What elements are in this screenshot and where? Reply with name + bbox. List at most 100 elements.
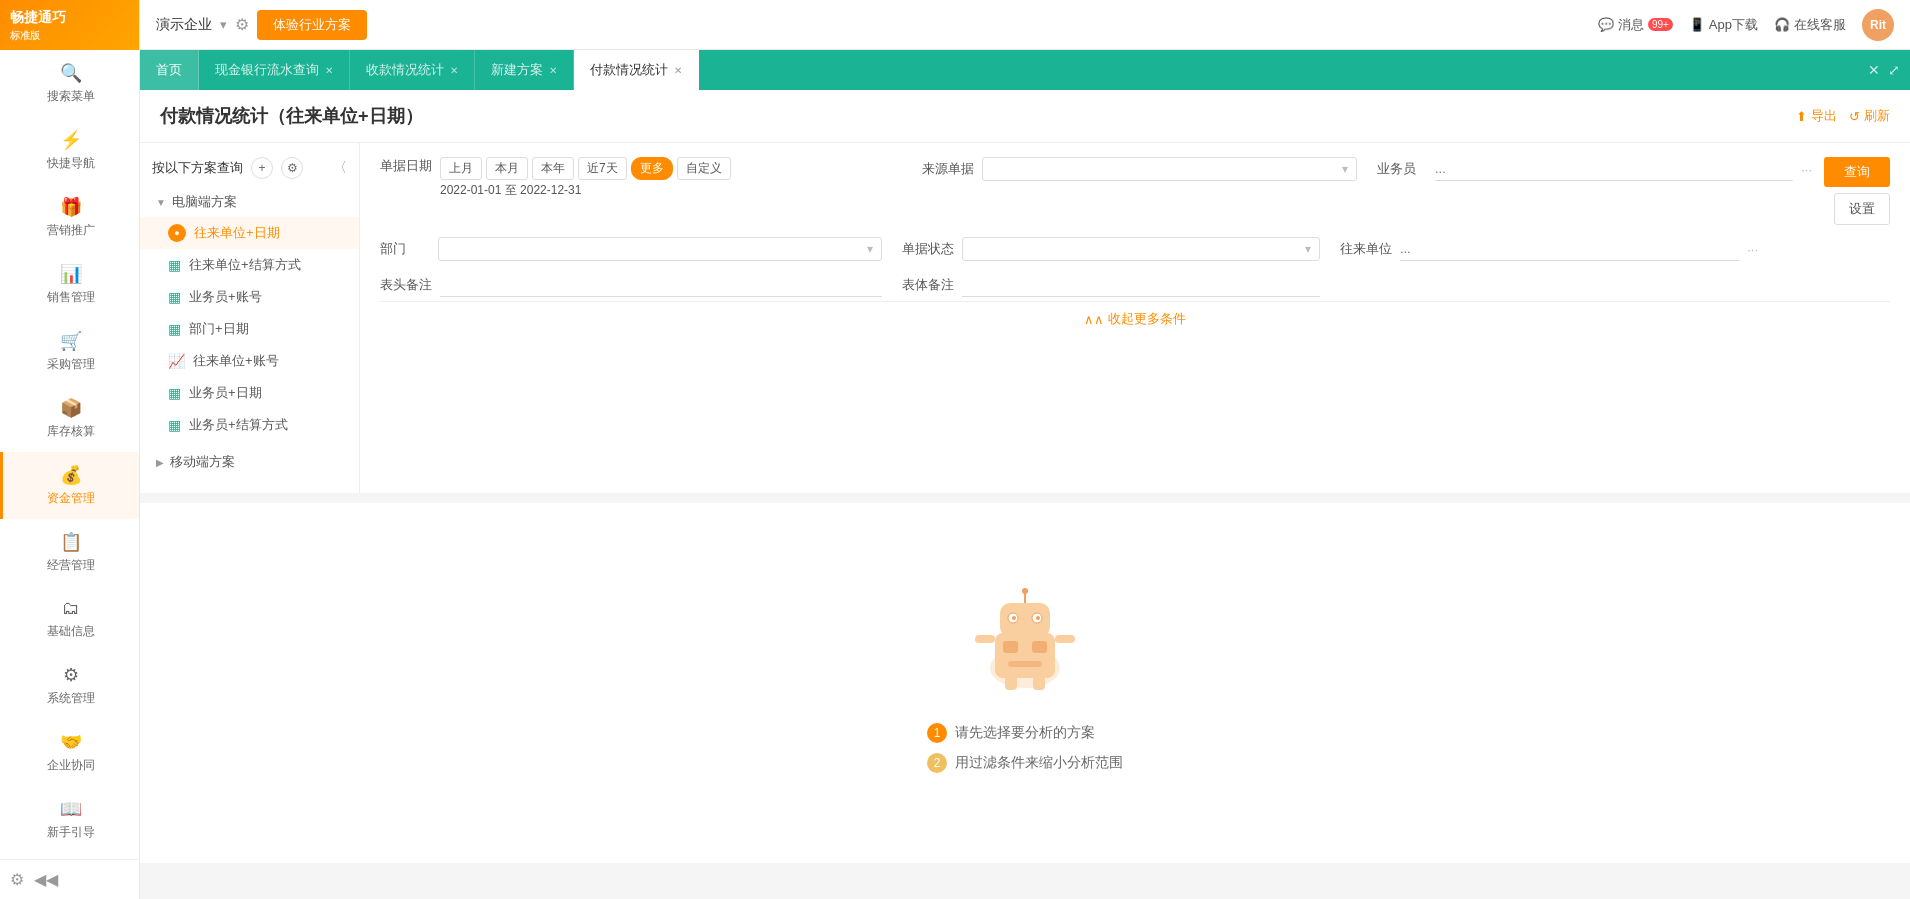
date-btn-本月[interactable]: 本月 <box>486 157 528 180</box>
sidebar-item-nav[interactable]: ⚡快捷导航 <box>0 117 139 184</box>
source-select[interactable]: ▾ <box>982 157 1357 181</box>
source-dropdown-icon: ▾ <box>1342 162 1348 176</box>
scheme-item-s4[interactable]: ▦部门+日期 <box>140 313 359 345</box>
svg-rect-3 <box>1032 641 1047 653</box>
scheme-active-dot-s1: ● <box>168 224 186 242</box>
scheme-settings-button[interactable]: ⚙ <box>281 157 303 179</box>
filter-action-buttons: 查询 设置 <box>1824 157 1890 225</box>
tab-payment[interactable]: 付款情况统计 ✕ <box>574 50 699 90</box>
status-select[interactable]: ▾ <box>962 237 1320 261</box>
tab-close-payment[interactable]: ✕ <box>674 65 682 76</box>
status-filter-group: 单据状态 ▾ <box>902 237 1340 261</box>
scheme-item-s2[interactable]: ▦往来单位+结算方式 <box>140 249 359 281</box>
sidebar-item-guide[interactable]: 📖新手引导 <box>0 786 139 853</box>
body-note-group: 表体备注 <box>902 273 1340 297</box>
date-btn-上月[interactable]: 上月 <box>440 157 482 180</box>
date-btn-本年[interactable]: 本年 <box>532 157 574 180</box>
scheme-chart-icon-s5: 📈 <box>168 353 185 369</box>
sidebar-item-system[interactable]: ⚙系统管理 <box>0 652 139 719</box>
tabs-expand-icon[interactable]: ⤢ <box>1888 62 1900 78</box>
scheme-item-s7[interactable]: ▦业务员+结算方式 <box>140 409 359 441</box>
topbar-settings-icon[interactable]: ⚙ <box>235 15 249 34</box>
query-button[interactable]: 查询 <box>1824 157 1890 187</box>
header-note-label: 表头备注 <box>380 276 432 294</box>
system-icon: ⚙ <box>63 664 79 686</box>
sidebar-item-sales[interactable]: 📊销售管理 <box>0 251 139 318</box>
content-area: 付款情况统计（往来单位+日期） ⬆ 导出 ↺ 刷新 按以下方案查询 <box>140 90 1910 899</box>
sidebar-item-capital[interactable]: 💰资金管理 <box>0 452 139 519</box>
tab-label-payment: 付款情况统计 <box>590 61 668 79</box>
topbar: 演示企业 ▾ ⚙ 体验行业方案 💬 消息 99+ 📱 App下载 🎧 在线客服 … <box>140 0 1910 50</box>
company-dropdown-icon[interactable]: ▾ <box>220 17 227 32</box>
scheme-item-s6[interactable]: ▦业务员+日期 <box>140 377 359 409</box>
tab-new[interactable]: 新建方案✕ <box>475 50 574 90</box>
trial-button[interactable]: 体验行业方案 <box>257 10 367 40</box>
collab-icon: 🤝 <box>60 731 82 753</box>
message-button[interactable]: 💬 消息 99+ <box>1598 16 1673 34</box>
collapse-scheme-button[interactable]: 〈 <box>333 159 347 177</box>
sidebar-item-label-purchase: 采购管理 <box>47 356 95 373</box>
settings-footer-icon[interactable]: ⚙ <box>10 870 24 889</box>
inventory-icon: 📦 <box>60 397 82 419</box>
collapse-label: 收起更多条件 <box>1108 310 1186 328</box>
empty-state: 1 请先选择要分析的方案 2 用过滤条件来缩小分析范围 <box>140 503 1910 863</box>
sidebar-item-label-basic: 基础信息 <box>47 623 95 640</box>
tab-income[interactable]: 收款情况统计 ✕ <box>350 50 475 90</box>
scheme-label-s6: 业务员+日期 <box>189 384 262 402</box>
dept-select[interactable]: ▾ <box>438 237 882 261</box>
tab-home[interactable]: 首页 <box>140 50 199 90</box>
topbar-right: 💬 消息 99+ 📱 App下载 🎧 在线客服 Rit <box>1598 9 1894 41</box>
partner-filter-group: 往来单位 ··· <box>1340 237 1770 261</box>
empty-tip-1: 1 请先选择要分析的方案 <box>927 723 1123 743</box>
desktop-scheme-title[interactable]: ▼ 电脑端方案 <box>140 187 359 217</box>
body-note-input[interactable] <box>962 273 1320 297</box>
tab-label-income: 收款情况统计 <box>366 61 444 79</box>
sidebar-item-operations[interactable]: 📋经营管理 <box>0 519 139 586</box>
salesperson-input[interactable] <box>1435 157 1793 181</box>
date-btn-自定义[interactable]: 自定义 <box>677 157 731 180</box>
tab-close-bank[interactable]: ✕ <box>325 65 333 76</box>
svg-rect-4 <box>1008 661 1042 667</box>
scheme-item-s1[interactable]: ●往来单位+日期 <box>140 217 359 249</box>
tabs-close-all-icon[interactable]: ✕ <box>1868 62 1880 78</box>
sidebar-item-basic[interactable]: 🗂基础信息 <box>0 586 139 652</box>
empty-tip-2: 2 用过滤条件来缩小分析范围 <box>927 753 1123 773</box>
app-download-button[interactable]: 📱 App下载 <box>1689 16 1758 34</box>
refresh-button[interactable]: ↺ 刷新 <box>1849 107 1890 125</box>
sidebar-item-label-guide: 新手引导 <box>47 824 95 841</box>
marketing-icon: 🎁 <box>60 196 82 218</box>
date-btn-更多[interactable]: 更多 <box>631 157 673 180</box>
sidebar-item-marketing[interactable]: 🎁营销推广 <box>0 184 139 251</box>
partner-more-icon[interactable]: ··· <box>1747 242 1758 257</box>
filter-settings-button[interactable]: 设置 <box>1834 193 1890 225</box>
tab-bank[interactable]: 现金银行流水查询✕ <box>199 50 350 90</box>
mobile-scheme-title[interactable]: ▶ 移动端方案 <box>140 447 359 477</box>
sidebar-item-purchase[interactable]: 🛒采购管理 <box>0 318 139 385</box>
empty-tips: 1 请先选择要分析的方案 2 用过滤条件来缩小分析范围 <box>927 723 1123 783</box>
tab-close-new[interactable]: ✕ <box>549 65 557 76</box>
salesperson-more-icon[interactable]: ··· <box>1801 162 1812 177</box>
tab-close-income[interactable]: ✕ <box>450 65 458 76</box>
user-avatar[interactable]: Rit <box>1862 9 1894 41</box>
header-note-input[interactable] <box>440 273 882 297</box>
scheme-item-s5[interactable]: 📈往来单位+账号 <box>140 345 359 377</box>
sidebar-item-collab[interactable]: 🤝企业协同 <box>0 719 139 786</box>
sidebar-item-label-search: 搜索菜单 <box>47 88 95 105</box>
date-btn-近7天[interactable]: 近7天 <box>578 157 627 180</box>
sidebar-item-search[interactable]: 🔍搜索菜单 <box>0 50 139 117</box>
collapse-more-button[interactable]: ∧∧ 收起更多条件 <box>380 301 1890 336</box>
partner-input[interactable] <box>1400 237 1739 261</box>
collapse-sidebar-icon[interactable]: ◀◀ <box>34 870 58 889</box>
export-button[interactable]: ⬆ 导出 <box>1796 107 1837 125</box>
online-service-button[interactable]: 🎧 在线客服 <box>1774 16 1846 34</box>
scheme-panel: 按以下方案查询 + ⚙ 〈 ▼ 电脑端方案 ●往来单位+日期▦往来单位+结算方式… <box>140 143 360 493</box>
add-scheme-button[interactable]: + <box>251 157 273 179</box>
sidebar-item-inventory[interactable]: 📦库存核算 <box>0 385 139 452</box>
scheme-label-s2: 往来单位+结算方式 <box>189 256 301 274</box>
app-version: 标准版 <box>10 29 66 43</box>
empty-robot-illustration <box>965 583 1085 703</box>
svg-rect-2 <box>1003 641 1018 653</box>
scheme-item-s3[interactable]: ▦业务员+账号 <box>140 281 359 313</box>
sidebar-item-label-sales: 销售管理 <box>47 289 95 306</box>
status-dropdown-icon: ▾ <box>1305 242 1311 256</box>
